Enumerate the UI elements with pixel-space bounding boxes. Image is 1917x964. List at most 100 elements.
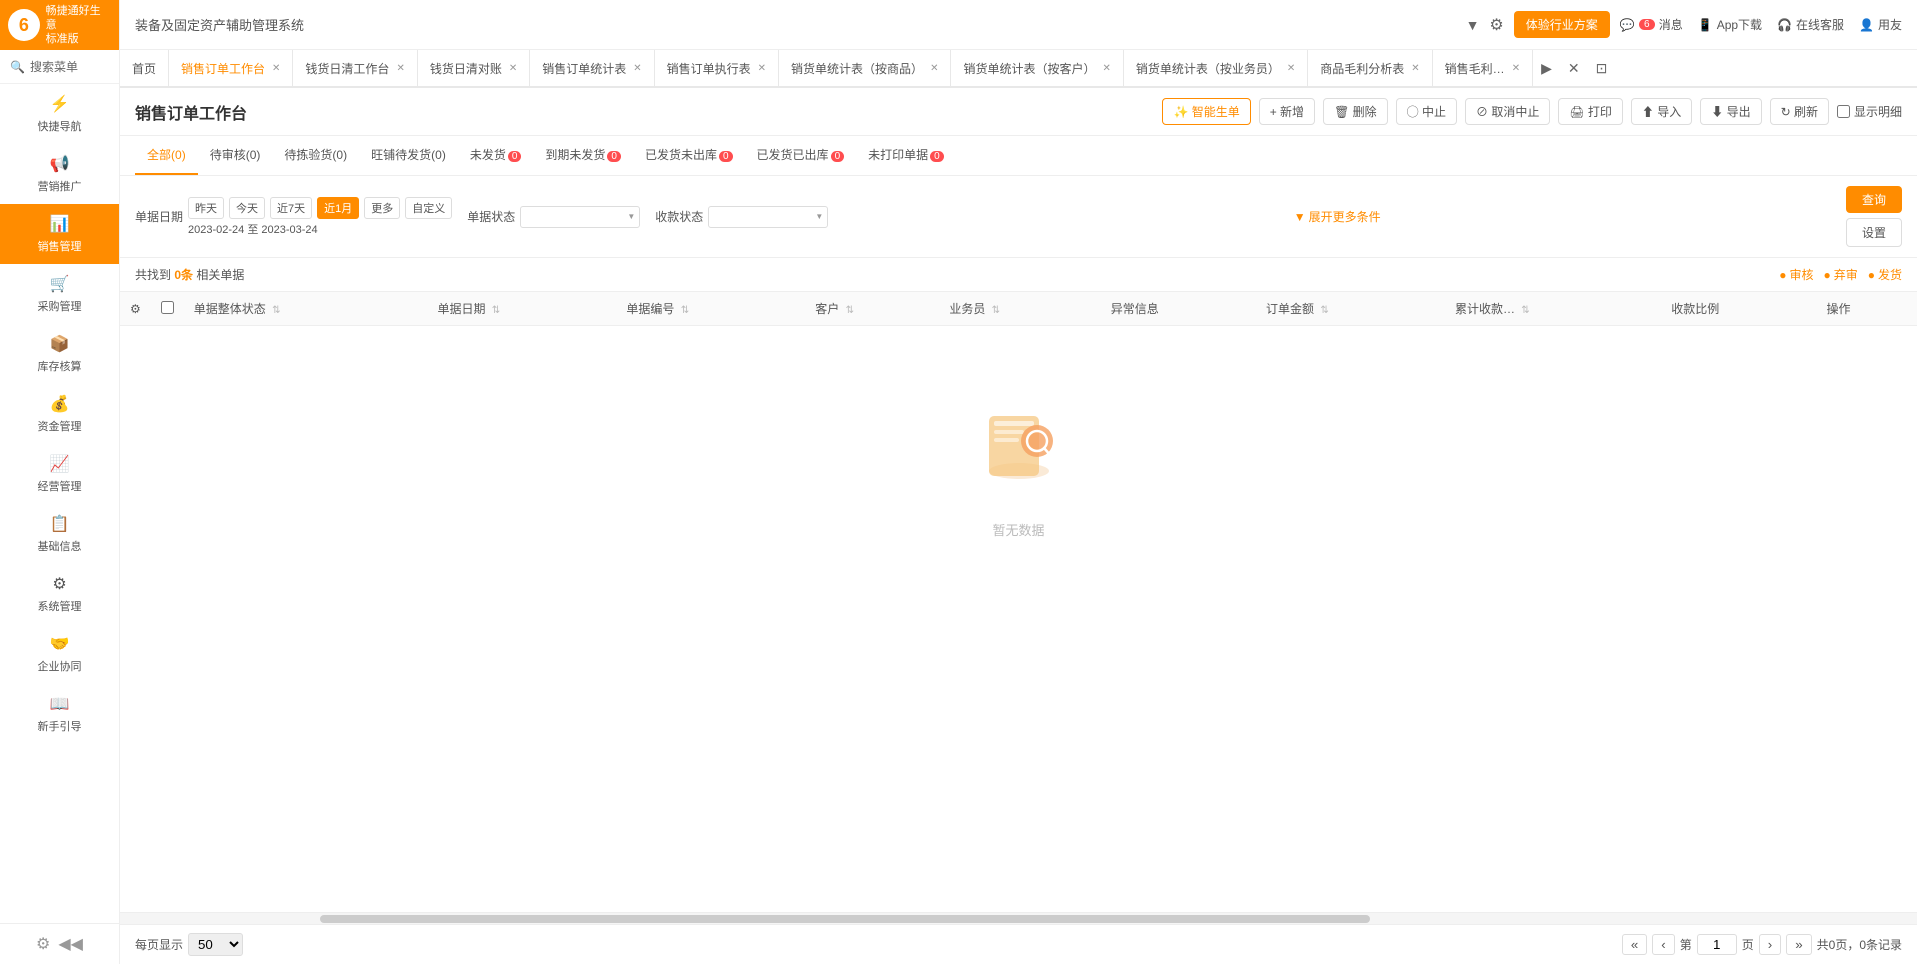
review-btn[interactable]: ● 审核 <box>1779 266 1813 283</box>
tab-close-by-staff[interactable]: ✕ <box>1287 63 1295 74</box>
sort-customer-icon: ⇅ <box>846 305 854 316</box>
sidebar-item-finance[interactable]: 💰 资金管理 <box>0 384 119 444</box>
print-button[interactable]: 🖨 打印 <box>1558 98 1623 125</box>
user-avatar-item[interactable]: 👤 用友 <box>1859 16 1902 33</box>
industry-solution-button[interactable]: 体验行业方案 <box>1514 11 1610 38</box>
app-download-item[interactable]: 📱 App下载 <box>1698 16 1762 33</box>
filter-tab-shipped-not-out[interactable]: 已发货未出库0 <box>633 136 745 175</box>
tab-close-by-customer[interactable]: ✕ <box>1102 63 1110 74</box>
system-dropdown[interactable]: ▼ <box>1466 17 1480 33</box>
col-settings[interactable]: ⚙ <box>120 292 151 326</box>
cancel-stop-button[interactable]: ⊘ 取消中止 <box>1465 98 1550 125</box>
first-page-button[interactable]: « <box>1622 934 1647 955</box>
refresh-button[interactable]: ↻ 刷新 <box>1770 98 1829 125</box>
sidebar-item-operations[interactable]: 📈 经营管理 <box>0 444 119 504</box>
smart-create-button[interactable]: ✨ 智能生单 <box>1162 98 1250 125</box>
sidebar-item-inventory[interactable]: 📦 库存核算 <box>0 324 119 384</box>
import-button[interactable]: ⬆ 导入 <box>1631 98 1692 125</box>
date-btn-custom[interactable]: 自定义 <box>405 197 452 219</box>
tab-close-profit[interactable]: ✕ <box>1411 63 1419 74</box>
tab-close-sales-order[interactable]: ✕ <box>272 63 280 74</box>
tab-close-sales-stats[interactable]: ✕ <box>633 63 641 74</box>
tab-close-gross[interactable]: ✕ <box>1512 63 1520 74</box>
col-cumulative[interactable]: 累计收款… ⇅ <box>1445 292 1661 326</box>
export-button[interactable]: ⬇ 导出 <box>1700 98 1761 125</box>
tab-cash-daily-clear[interactable]: 钱货日清工作台 ✕ <box>293 50 417 87</box>
col-overall-status[interactable]: 单据整体状态 ⇅ <box>184 292 428 326</box>
topbar-settings-icon[interactable]: ⚙ <box>1489 15 1503 35</box>
payment-select[interactable] <box>708 206 828 228</box>
message-icon-item[interactable]: 💬 6 消息 <box>1620 16 1683 33</box>
filter-tab-pending-review[interactable]: 待审核(0) <box>198 136 273 175</box>
sidebar-item-marketing[interactable]: 📢 营销推广 <box>0 144 119 204</box>
last-page-button[interactable]: » <box>1786 934 1811 955</box>
tab-sales-by-staff[interactable]: 销货单统计表（按业务员） ✕ <box>1124 50 1308 87</box>
tab-expand-btn[interactable]: ⊡ <box>1588 50 1616 87</box>
filter-tab-unprinted[interactable]: 未打印单据0 <box>856 136 956 175</box>
stop-button[interactable]: ◯ 中止 <box>1396 98 1457 125</box>
expand-conditions-button[interactable]: ▼ 展开更多条件 <box>1294 208 1381 225</box>
settings-bottom-icon[interactable]: ⚙ <box>36 934 50 954</box>
sidebar-item-sales[interactable]: 📊 销售管理 <box>0 204 119 264</box>
select-all-checkbox[interactable] <box>161 301 174 314</box>
show-detail-checkbox[interactable]: 显示明细 <box>1837 103 1902 120</box>
tab-sales-stats[interactable]: 销售订单统计表 ✕ <box>530 50 654 87</box>
next-page-button[interactable]: › <box>1759 934 1781 955</box>
col-staff[interactable]: 业务员 ⇅ <box>939 292 1100 326</box>
col-exception: 异常信息 <box>1101 292 1256 326</box>
tab-sales-by-product[interactable]: 销货单统计表（按商品） ✕ <box>779 50 951 87</box>
filter-tab-overdue-unshipped[interactable]: 到期未发货0 <box>533 136 633 175</box>
sidebar-item-basic-info[interactable]: 📋 基础信息 <box>0 504 119 564</box>
query-button[interactable]: 查询 <box>1846 186 1902 213</box>
tab-profit-analysis[interactable]: 商品毛利分析表 ✕ <box>1308 50 1432 87</box>
tab-close-all-btn[interactable]: ✕ <box>1560 50 1588 87</box>
sidebar-search-item[interactable]: 🔍 搜索菜单 <box>0 50 119 84</box>
filter-tab-unshipped[interactable]: 未发货0 <box>458 136 534 175</box>
page-number-input[interactable] <box>1697 934 1737 955</box>
tab-close-sales-exec[interactable]: ✕ <box>758 63 766 74</box>
collapse-icon[interactable]: ◀◀ <box>58 934 83 954</box>
page-size-select[interactable]: 10 20 50 100 <box>188 933 243 956</box>
tab-forward-btn[interactable]: ▶ <box>1533 50 1560 87</box>
status-select[interactable] <box>520 206 640 228</box>
tab-sales-exec[interactable]: 销售订单执行表 ✕ <box>655 50 779 87</box>
sidebar-item-guide[interactable]: 📖 新手引导 <box>0 684 119 744</box>
add-button[interactable]: + 新增 <box>1259 98 1315 125</box>
detail-checkbox-input[interactable] <box>1837 105 1850 118</box>
col-number[interactable]: 单据编号 ⇅ <box>616 292 805 326</box>
scrollbar-thumb[interactable] <box>320 915 1370 923</box>
col-customer[interactable]: 客户 ⇅ <box>805 292 939 326</box>
date-btn-more[interactable]: 更多 <box>364 197 400 219</box>
set-button[interactable]: 设置 <box>1846 218 1902 247</box>
tab-sales-by-customer[interactable]: 销货单统计表（按客户） ✕ <box>951 50 1123 87</box>
sidebar-item-quick-nav[interactable]: ⚡ 快捷导航 <box>0 84 119 144</box>
tab-cash-reconcile[interactable]: 钱货日清对账 ✕ <box>418 50 530 87</box>
date-btn-7days[interactable]: 近7天 <box>270 197 312 219</box>
horizontal-scrollbar[interactable] <box>120 912 1917 924</box>
prev-page-button[interactable]: ‹ <box>1652 934 1674 955</box>
delete-button[interactable]: 🗑 删除 <box>1323 98 1388 125</box>
online-service-item[interactable]: 🎧 在线客服 <box>1777 16 1844 33</box>
sidebar-item-system[interactable]: ⚙ 系统管理 <box>0 564 119 624</box>
filter-tab-pending-check[interactable]: 待拣验货(0) <box>272 136 359 175</box>
tab-close-by-product[interactable]: ✕ <box>930 63 938 74</box>
filter-tab-shipped-out[interactable]: 已发货已出库0 <box>745 136 857 175</box>
date-btn-yesterday[interactable]: 昨天 <box>188 197 224 219</box>
abandon-review-btn[interactable]: ● 弃审 <box>1823 266 1857 283</box>
tab-close-cash-reconcile[interactable]: ✕ <box>509 63 517 74</box>
tab-home[interactable]: 首页 <box>120 50 169 87</box>
tab-sales-gross[interactable]: 销售毛利… ✕ <box>1433 50 1533 87</box>
sidebar-item-enterprise[interactable]: 🤝 企业协同 <box>0 624 119 684</box>
col-amount[interactable]: 订单金额 ⇅ <box>1256 292 1445 326</box>
sidebar-item-purchase[interactable]: 🛒 采购管理 <box>0 264 119 324</box>
main-area: 装备及固定资产辅助管理系统 ▼ ⚙ 体验行业方案 💬 6 消息 📱 App下载 … <box>120 0 1917 964</box>
col-checkbox[interactable] <box>151 292 184 326</box>
filter-tab-all[interactable]: 全部(0) <box>135 136 198 175</box>
tab-close-cash-clear[interactable]: ✕ <box>396 63 404 74</box>
filter-tab-wangpu[interactable]: 旺铺待发货(0) <box>359 136 458 175</box>
tab-sales-order-workbench[interactable]: 销售订单工作台 ✕ <box>169 50 293 88</box>
ship-btn[interactable]: ● 发货 <box>1868 266 1902 283</box>
col-date[interactable]: 单据日期 ⇅ <box>427 292 616 326</box>
date-btn-1month[interactable]: 近1月 <box>317 197 359 219</box>
date-btn-today[interactable]: 今天 <box>229 197 265 219</box>
